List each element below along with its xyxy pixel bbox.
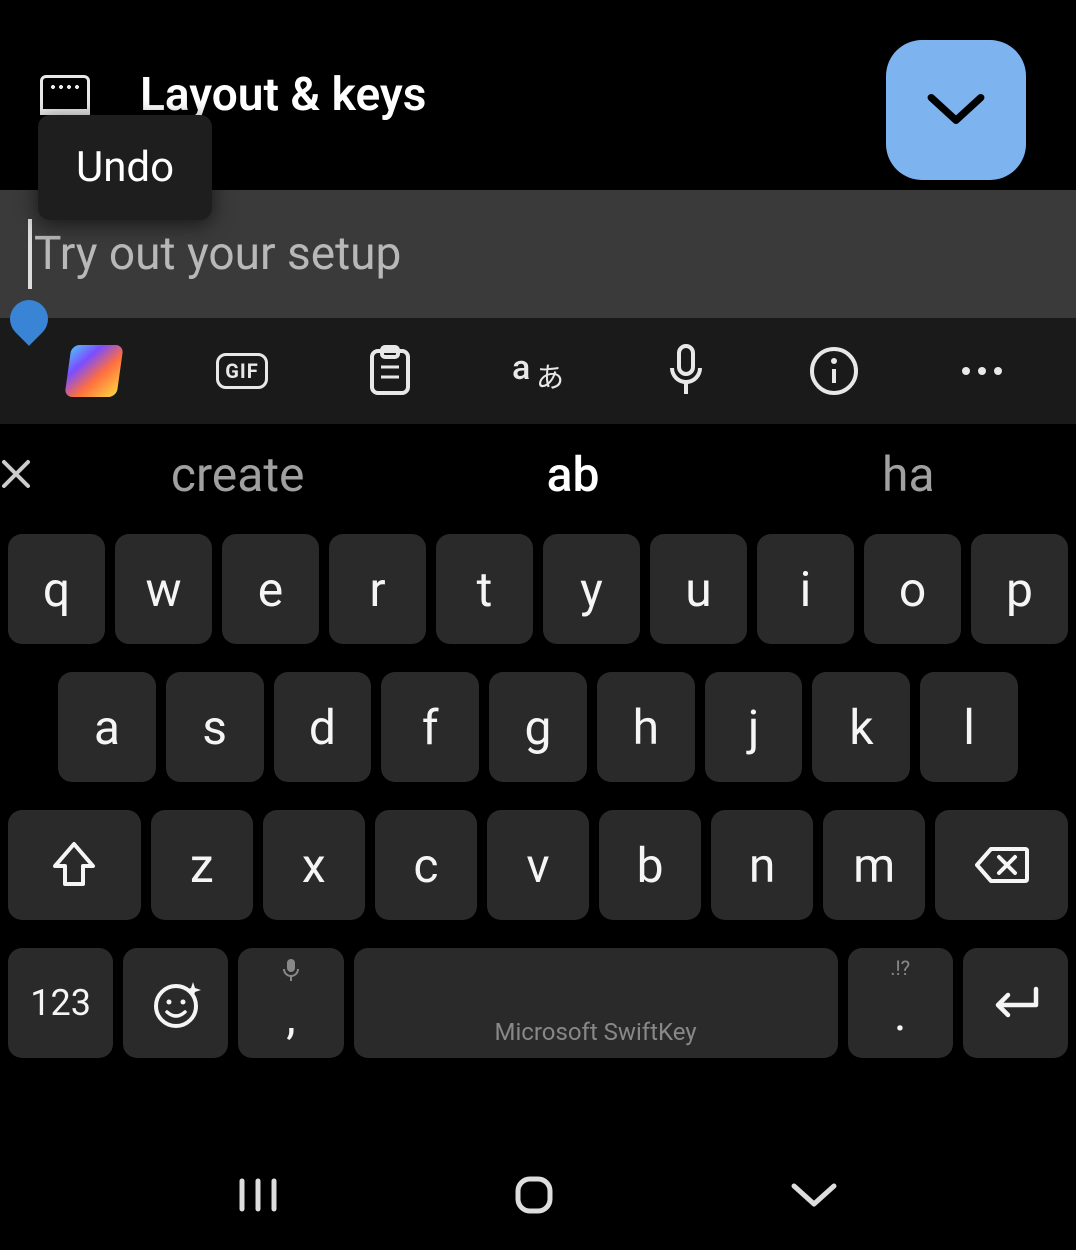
- close-suggestions-button[interactable]: [0, 458, 70, 490]
- key-period[interactable]: .!? .: [848, 948, 953, 1058]
- keyboard-icon: [40, 75, 90, 115]
- suggestion-1[interactable]: create: [70, 446, 405, 503]
- shift-icon: [51, 840, 97, 890]
- clipboard-icon: [368, 345, 412, 397]
- period-sub: .!?: [890, 956, 910, 980]
- key-numbers[interactable]: 123: [8, 948, 113, 1058]
- key-v[interactable]: v: [487, 810, 589, 920]
- keyboard: q w e r t y u i o p a s d f g h j k l z …: [0, 524, 1076, 1062]
- close-icon: [0, 458, 32, 490]
- gif-icon: GIF: [216, 353, 267, 389]
- key-f[interactable]: f: [381, 672, 479, 782]
- key-row-2: a s d f g h j k l: [4, 672, 1072, 782]
- key-g[interactable]: g: [489, 672, 587, 782]
- key-h[interactable]: h: [597, 672, 695, 782]
- key-enter[interactable]: [963, 948, 1068, 1058]
- key-i[interactable]: i: [757, 534, 854, 644]
- key-t[interactable]: t: [436, 534, 533, 644]
- more-icon: [962, 367, 1002, 375]
- input-placeholder: Try out your setup: [34, 227, 401, 281]
- key-row-4: 123 , Microsoft SwiftKey: [4, 948, 1072, 1058]
- page-title: Layout & keys: [140, 68, 426, 122]
- key-l[interactable]: l: [920, 672, 1018, 782]
- comma-label: ,: [286, 988, 295, 1045]
- microphone-icon: [666, 344, 706, 398]
- space-label: Microsoft SwiftKey: [495, 1018, 697, 1046]
- key-m[interactable]: m: [823, 810, 925, 920]
- text-cursor: [28, 219, 32, 289]
- key-b[interactable]: b: [599, 810, 701, 920]
- suggestion-3[interactable]: ha: [741, 446, 1076, 503]
- mic-hint-icon: [282, 958, 300, 982]
- key-backspace[interactable]: [935, 810, 1068, 920]
- keyboard-toolbar: GIF a あ: [0, 318, 1076, 424]
- key-emoji[interactable]: [123, 948, 228, 1058]
- gif-button[interactable]: GIF: [212, 341, 272, 401]
- key-o[interactable]: o: [864, 534, 961, 644]
- period-label: .: [894, 985, 907, 1042]
- suggestion-bar: create ab ha: [0, 424, 1076, 524]
- undo-popup[interactable]: Undo: [38, 115, 212, 220]
- key-a[interactable]: a: [58, 672, 156, 782]
- key-e[interactable]: e: [222, 534, 319, 644]
- nav-home-button[interactable]: [512, 1173, 556, 1217]
- copilot-button[interactable]: [64, 341, 124, 401]
- key-y[interactable]: y: [543, 534, 640, 644]
- key-q[interactable]: q: [8, 534, 105, 644]
- suggestion-2[interactable]: ab: [405, 446, 740, 503]
- key-c[interactable]: c: [375, 810, 477, 920]
- copilot-icon: [64, 345, 123, 397]
- key-n[interactable]: n: [711, 810, 813, 920]
- key-p[interactable]: p: [971, 534, 1068, 644]
- key-row-1: q w e r t y u i o p: [4, 534, 1072, 644]
- info-button[interactable]: [804, 341, 864, 401]
- collapse-button[interactable]: [886, 40, 1026, 180]
- svg-text:あ: あ: [536, 361, 564, 394]
- nav-recents-button[interactable]: [236, 1177, 280, 1213]
- more-button[interactable]: [952, 341, 1012, 401]
- nav-back-button[interactable]: [788, 1180, 840, 1210]
- enter-icon: [988, 983, 1042, 1023]
- backspace-icon: [975, 845, 1029, 885]
- key-row-3: z x c v b n m: [4, 810, 1072, 920]
- recents-icon: [236, 1177, 280, 1213]
- key-z[interactable]: z: [151, 810, 253, 920]
- mic-button[interactable]: [656, 341, 716, 401]
- chevron-down-icon: [925, 89, 987, 131]
- key-d[interactable]: d: [274, 672, 372, 782]
- home-icon: [512, 1173, 556, 1217]
- key-space[interactable]: Microsoft SwiftKey: [354, 948, 838, 1058]
- emoji-sparkle-icon: [149, 976, 203, 1030]
- translate-button[interactable]: a あ: [508, 341, 568, 401]
- key-k[interactable]: k: [812, 672, 910, 782]
- svg-text:a: a: [512, 348, 530, 388]
- key-shift[interactable]: [8, 810, 141, 920]
- key-w[interactable]: w: [115, 534, 212, 644]
- android-navbar: [0, 1140, 1076, 1250]
- key-comma[interactable]: ,: [238, 948, 343, 1058]
- clipboard-button[interactable]: [360, 341, 420, 401]
- key-r[interactable]: r: [329, 534, 426, 644]
- key-u[interactable]: u: [650, 534, 747, 644]
- info-icon: [808, 345, 860, 397]
- key-x[interactable]: x: [263, 810, 365, 920]
- chevron-down-icon: [788, 1180, 840, 1210]
- translate-icon: a あ: [508, 347, 568, 395]
- key-s[interactable]: s: [166, 672, 264, 782]
- key-j[interactable]: j: [705, 672, 803, 782]
